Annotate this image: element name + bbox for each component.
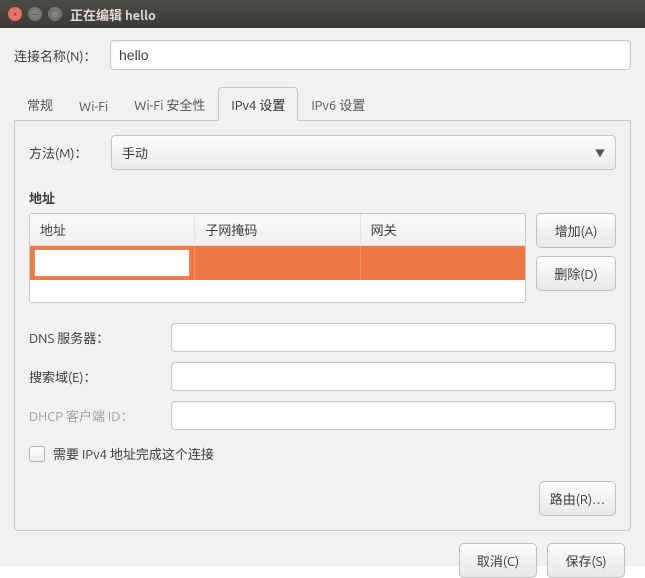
chevron-down-icon: ▼ — [595, 145, 605, 160]
tab-wifi-security[interactable]: Wi-Fi 安全性 — [121, 87, 218, 121]
tab-general[interactable]: 常规 — [14, 87, 66, 121]
window-buttons: × – ▢ — [8, 7, 62, 21]
cancel-button[interactable]: 取消(C) — [459, 543, 537, 578]
tab-ipv4-settings[interactable]: IPv4 设置 — [218, 87, 298, 121]
tab-wifi[interactable]: Wi-Fi — [66, 92, 121, 121]
dhcp-client-id-input[interactable] — [171, 401, 616, 430]
titlebar: × – ▢ 正在编辑 hello — [0, 0, 645, 28]
delete-button[interactable]: 删除(D) — [536, 256, 616, 291]
ipv4-panel: 方法(M)： 手动 ▼ 地址 地址 子网掩码 网关 — [14, 121, 631, 531]
address-edit-input[interactable] — [34, 249, 190, 277]
add-button[interactable]: 增加(A) — [536, 213, 616, 248]
col-netmask[interactable]: 子网掩码 — [195, 214, 360, 245]
minimize-icon[interactable]: – — [28, 7, 42, 21]
tab-ipv6-settings[interactable]: IPv6 设置 — [298, 87, 378, 121]
tabs: 常规 Wi-Fi Wi-Fi 安全性 IPv4 设置 IPv6 设置 — [14, 86, 631, 121]
save-button[interactable]: 保存(S) — [547, 543, 625, 578]
method-combobox[interactable]: 手动 ▼ — [111, 135, 616, 170]
col-address[interactable]: 地址 — [30, 214, 195, 245]
addresses-table[interactable]: 地址 子网掩码 网关 — [29, 213, 526, 303]
search-domains-label: 搜索域(E)： — [29, 367, 161, 386]
window-title: 正在编辑 hello — [70, 5, 156, 24]
cell-gateway[interactable] — [361, 246, 525, 280]
connection-name-input[interactable] — [110, 40, 631, 70]
method-value: 手动 — [122, 143, 148, 162]
addresses-title: 地址 — [29, 188, 616, 207]
cell-netmask[interactable] — [195, 246, 360, 280]
cell-address[interactable] — [30, 246, 195, 280]
require-ipv4-label: 需要 IPv4 地址完成这个连接 — [53, 444, 214, 463]
routes-button[interactable]: 路由(R)… — [539, 481, 616, 516]
maximize-icon[interactable]: ▢ — [48, 7, 62, 21]
dhcp-client-id-label: DHCP 客户端 ID： — [29, 406, 161, 425]
col-gateway[interactable]: 网关 — [361, 214, 525, 245]
close-icon[interactable]: × — [8, 7, 22, 21]
method-label: 方法(M)： — [29, 143, 101, 162]
connection-name-label: 连接名称(N)： — [14, 46, 110, 65]
dns-label: DNS 服务器： — [29, 328, 161, 347]
table-row[interactable] — [30, 246, 525, 280]
search-domains-input[interactable] — [171, 362, 616, 391]
dialog-footer: 取消(C) 保存(S) — [14, 531, 631, 578]
dns-input[interactable] — [171, 323, 616, 352]
require-ipv4-checkbox[interactable] — [29, 446, 45, 462]
